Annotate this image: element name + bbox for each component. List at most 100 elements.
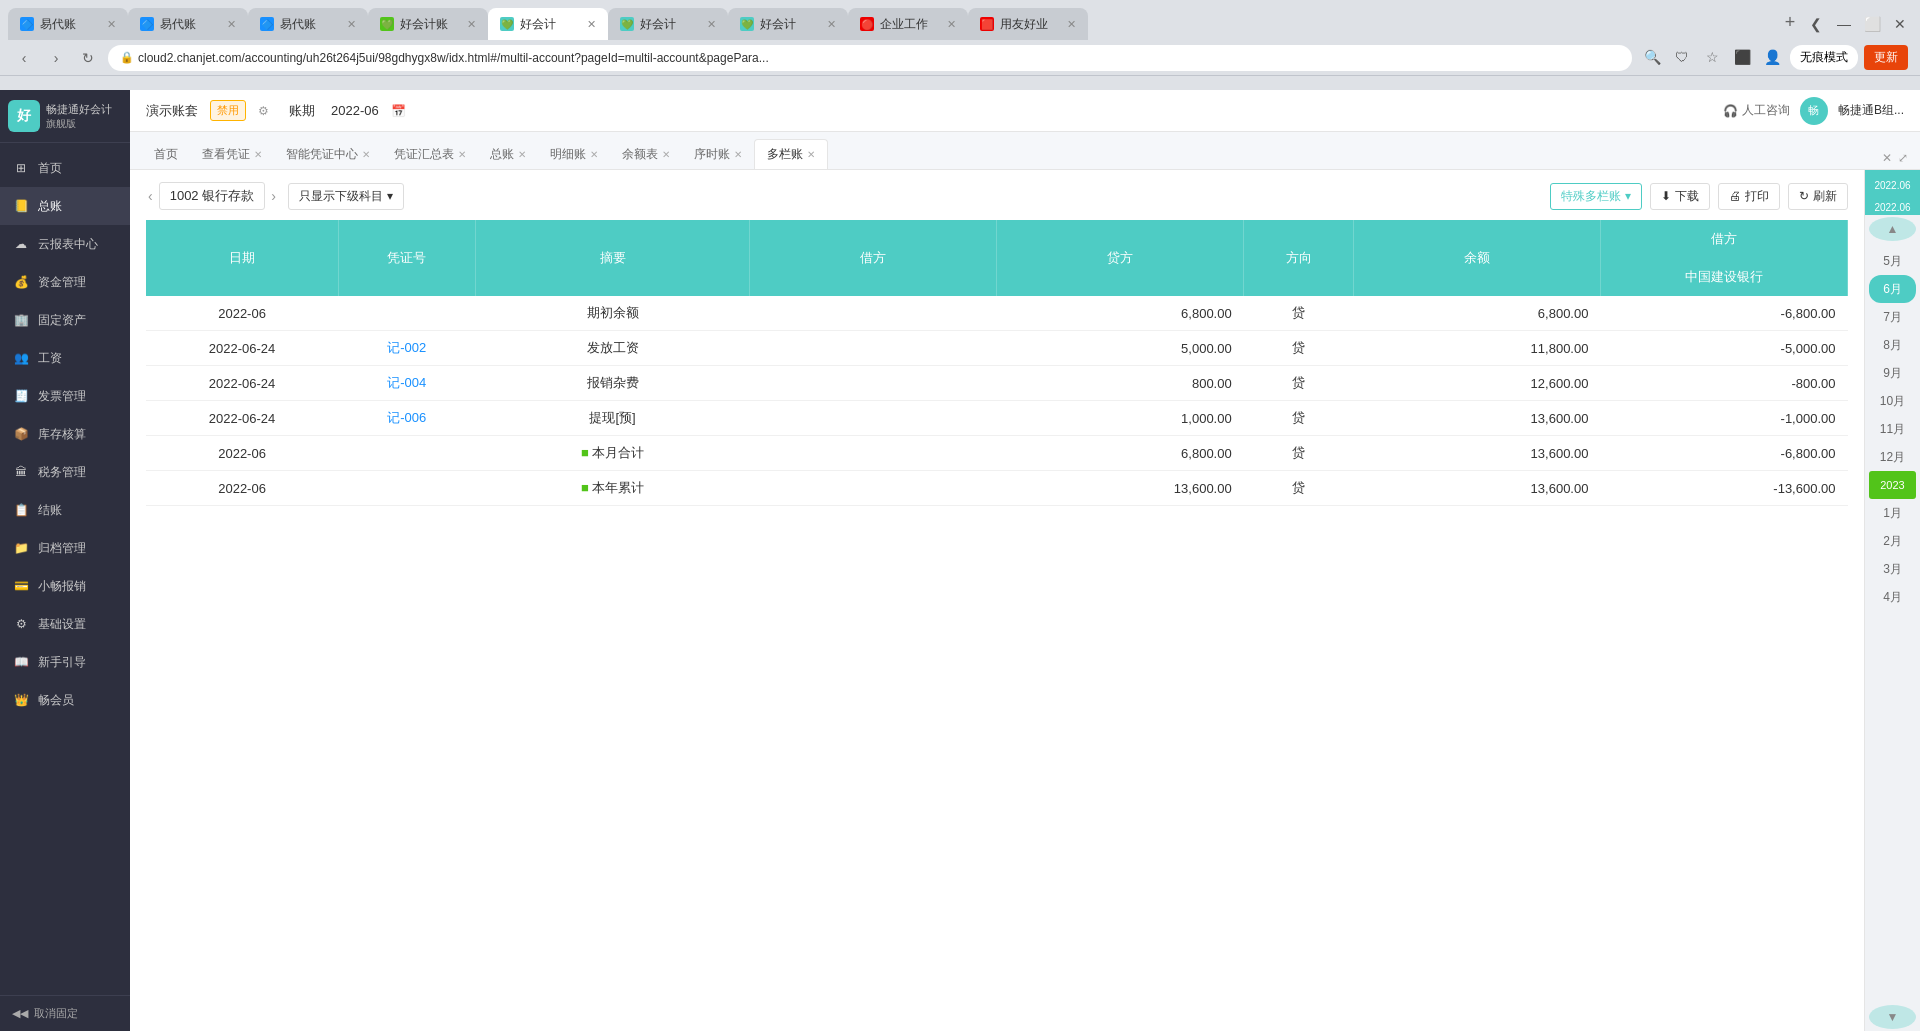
expand-panel-icon[interactable]: ⤢ (1898, 151, 1908, 165)
browser-tab-8[interactable]: 🟥 用友好业 ✕ (968, 8, 1088, 40)
account-badge[interactable]: 1002 银行存款 (159, 182, 266, 210)
page-tab-close-4[interactable]: ✕ (518, 149, 526, 160)
month-item-10[interactable]: 2月 (1865, 527, 1920, 555)
privacy-icon[interactable]: 🛡 (1670, 45, 1694, 69)
browser-tab-7[interactable]: 🔴 企业工作 ✕ (848, 8, 968, 40)
new-tab-button[interactable]: + (1776, 8, 1804, 36)
special-ledger-button[interactable]: 特殊多栏账 ▾ (1550, 183, 1642, 210)
tab-close-6[interactable]: ✕ (827, 18, 836, 31)
page-tab-4[interactable]: 总账✕ (478, 139, 538, 169)
page-tab-1[interactable]: 查看凭证✕ (190, 139, 274, 169)
maximize-button[interactable]: ⬜ (1860, 12, 1884, 36)
sidebar-item-新手引导[interactable]: 📖 新手引导 (0, 643, 130, 681)
browser-tab-2[interactable]: 🔷 易代账 ✕ (248, 8, 368, 40)
month-item-3[interactable]: 8月 (1865, 331, 1920, 359)
month-item-2[interactable]: 7月 (1865, 303, 1920, 331)
tab-close-8[interactable]: ✕ (1067, 18, 1076, 31)
month-item-7[interactable]: 12月 (1865, 443, 1920, 471)
search-icon[interactable]: 🔍 (1640, 45, 1664, 69)
page-tab-close-3[interactable]: ✕ (458, 149, 466, 160)
update-button[interactable]: 更新 (1864, 45, 1908, 70)
unpin-button[interactable]: ◀◀ 取消固定 (0, 995, 130, 1031)
page-tab-close-5[interactable]: ✕ (590, 149, 598, 160)
month-item-1[interactable]: 6月 (1869, 275, 1916, 303)
sidebar-item-归档管理[interactable]: 📁 归档管理 (0, 529, 130, 567)
month-item-6[interactable]: 11月 (1865, 415, 1920, 443)
page-tab-7[interactable]: 序时账✕ (682, 139, 754, 169)
voucher-link[interactable]: 记-004 (338, 366, 475, 401)
sidebar-item-结账[interactable]: 📋 结账 (0, 491, 130, 529)
page-tab-6[interactable]: 余额表✕ (610, 139, 682, 169)
sidebar-item-税务管理[interactable]: 🏛 税务管理 (0, 453, 130, 491)
page-tab-close-1[interactable]: ✕ (254, 149, 262, 160)
sidebar-item-库存核算[interactable]: 📦 库存核算 (0, 415, 130, 453)
next-account-button[interactable]: › (269, 186, 278, 206)
sidebar-item-总账[interactable]: 📒 总账 (0, 187, 130, 225)
refresh-button[interactable]: ↻ 刷新 (1788, 183, 1848, 210)
close-panel-icon[interactable]: ✕ (1882, 151, 1892, 165)
consult-button[interactable]: 🎧 人工咨询 (1723, 102, 1790, 119)
bookmark-icon[interactable]: ☆ (1700, 45, 1724, 69)
sidebar-item-云报表中心[interactable]: ☁ 云报表中心 (0, 225, 130, 263)
download-button[interactable]: ⬇ 下载 (1650, 183, 1710, 210)
sidebar-item-固定资产[interactable]: 🏢 固定资产 (0, 301, 130, 339)
voucher-link[interactable]: 记-002 (338, 331, 475, 366)
sidebar-item-工资[interactable]: 👥 工资 (0, 339, 130, 377)
sidebar-item-资金管理[interactable]: 💰 资金管理 (0, 263, 130, 301)
browser-tab-5[interactable]: 💚 好会计 ✕ (608, 8, 728, 40)
forward-button[interactable]: › (44, 46, 68, 70)
tab-close-3[interactable]: ✕ (467, 18, 476, 31)
sidebar-item-畅会员[interactable]: 👑 畅会员 (0, 681, 130, 719)
right-panel-header: 2022.06 (1865, 170, 1920, 200)
browser-tab-0[interactable]: 🔷 易代账 ✕ (8, 8, 128, 40)
minimize-button[interactable]: — (1832, 12, 1856, 36)
voucher-link[interactable]: 记-006 (338, 401, 475, 436)
stealth-mode-button[interactable]: 无痕模式 (1790, 45, 1858, 70)
month-item-11[interactable]: 3月 (1865, 555, 1920, 583)
tab-close-0[interactable]: ✕ (107, 18, 116, 31)
sidebar-item-基础设置[interactable]: ⚙ 基础设置 (0, 605, 130, 643)
tab-close-2[interactable]: ✕ (347, 18, 356, 31)
reload-button[interactable]: ↻ (76, 46, 100, 70)
page-tab-close-2[interactable]: ✕ (362, 149, 370, 160)
tab-list-button[interactable]: ❮ (1804, 12, 1828, 36)
prev-account-button[interactable]: ‹ (146, 186, 155, 206)
url-bar[interactable]: 🔒 cloud2.chanjet.com/accounting/uh26t264… (108, 45, 1632, 71)
tab-close-5[interactable]: ✕ (707, 18, 716, 31)
sidebar-item-首页[interactable]: ⊞ 首页 (0, 149, 130, 187)
extensions-icon[interactable]: ⬛ (1730, 45, 1754, 69)
sidebar-item-发票管理[interactable]: 🧾 发票管理 (0, 377, 130, 415)
close-browser-button[interactable]: ✕ (1888, 12, 1912, 36)
scroll-down-button[interactable]: ▼ (1869, 1005, 1916, 1029)
sidebar-item-小畅报销[interactable]: 💳 小畅报销 (0, 567, 130, 605)
settings-icon[interactable]: ⚙ (258, 104, 269, 118)
page-tab-close-6[interactable]: ✕ (662, 149, 670, 160)
month-item-0[interactable]: 5月 (1865, 247, 1920, 275)
table-row: 2022-06 ■本年累计 13,600.00 贷 13,600.00 -13,… (146, 471, 1848, 506)
filter-dropdown[interactable]: 只显示下级科目 ▾ (288, 183, 404, 210)
print-button[interactable]: 🖨 打印 (1718, 183, 1780, 210)
back-button[interactable]: ‹ (12, 46, 36, 70)
page-tab-2[interactable]: 智能凭证中心✕ (274, 139, 382, 169)
page-tab-3[interactable]: 凭证汇总表✕ (382, 139, 478, 169)
month-item-5[interactable]: 10月 (1865, 387, 1920, 415)
calendar-icon[interactable]: 📅 (391, 104, 406, 118)
page-tab-8[interactable]: 多栏账✕ (754, 139, 828, 169)
tab-close-4[interactable]: ✕ (587, 18, 596, 31)
page-tab-close-8[interactable]: ✕ (807, 149, 815, 160)
browser-tab-4[interactable]: 💚 好会计 ✕ (488, 8, 608, 40)
page-tab-close-7[interactable]: ✕ (734, 149, 742, 160)
page-tab-0[interactable]: 首页 (142, 139, 190, 169)
tab-close-7[interactable]: ✕ (947, 18, 956, 31)
account-icon[interactable]: 👤 (1760, 45, 1784, 69)
month-item-9[interactable]: 1月 (1865, 499, 1920, 527)
scroll-up-button[interactable]: ▲ (1869, 217, 1916, 241)
month-item-12[interactable]: 4月 (1865, 583, 1920, 611)
tab-close-1[interactable]: ✕ (227, 18, 236, 31)
month-item-8[interactable]: 2023 (1869, 471, 1916, 499)
page-tab-5[interactable]: 明细账✕ (538, 139, 610, 169)
browser-tab-1[interactable]: 🔷 易代账 ✕ (128, 8, 248, 40)
browser-tab-3[interactable]: 💚 好会计账 ✕ (368, 8, 488, 40)
month-item-4[interactable]: 9月 (1865, 359, 1920, 387)
browser-tab-6[interactable]: 💚 好会计 ✕ (728, 8, 848, 40)
